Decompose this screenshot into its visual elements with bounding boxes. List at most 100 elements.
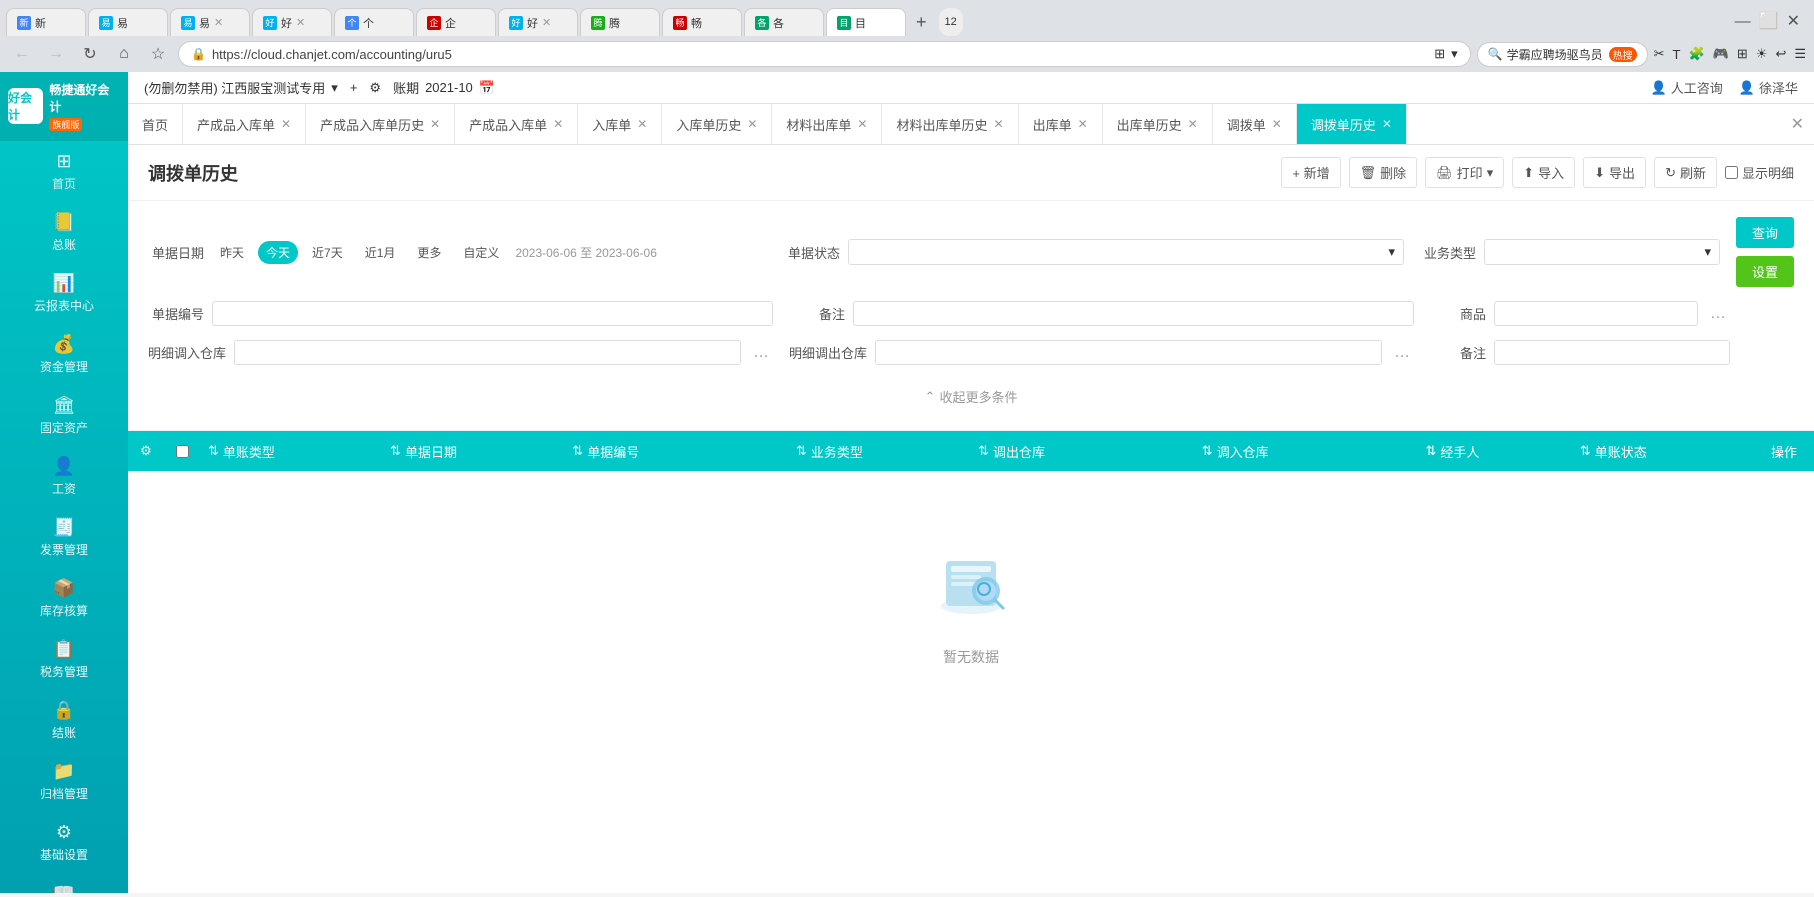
page-tab-6[interactable]: 材料出库单 ✕ bbox=[772, 104, 882, 144]
biz-filter-select[interactable]: ▾ bbox=[1484, 239, 1720, 265]
date-btn-custom[interactable]: 自定义 bbox=[455, 241, 507, 264]
delete-button[interactable]: 🗑 删除 bbox=[1349, 157, 1418, 188]
extensions-icon[interactable]: 🧩 bbox=[1689, 46, 1705, 62]
page-tab-8[interactable]: 出库单 ✕ bbox=[1019, 104, 1103, 144]
tab-count[interactable]: 12 bbox=[939, 8, 963, 36]
tab-bar-close-button[interactable]: ✕ bbox=[1781, 114, 1814, 134]
col-header-no[interactable]: ⇅ 单据编号 bbox=[564, 432, 788, 471]
service-button[interactable]: 👤 人工咨询 bbox=[1651, 78, 1723, 97]
browser-tab-6[interactable]: 企 企 bbox=[416, 8, 496, 36]
col-header-in[interactable]: ⇅ 调入仓库 bbox=[1194, 432, 1418, 471]
browser-tab-9[interactable]: 畅 畅 bbox=[662, 8, 742, 36]
add-company-icon[interactable]: + bbox=[350, 80, 358, 95]
col-header-date[interactable]: ⇅ 单据日期 bbox=[382, 432, 564, 471]
page-tab-7-close[interactable]: ✕ bbox=[994, 117, 1004, 131]
menu-icon[interactable]: ☰ bbox=[1794, 46, 1806, 62]
col-header-status[interactable]: ⇅ 单账状态 bbox=[1572, 432, 1754, 471]
sidebar-item-assets[interactable]: 🏛 固定资产 bbox=[0, 385, 128, 446]
browser-tab-11[interactable]: 目 目 bbox=[826, 8, 906, 36]
date-btn-yesterday[interactable]: 昨天 bbox=[212, 241, 252, 264]
page-tab-1[interactable]: 产成品入库单 ✕ bbox=[183, 104, 306, 144]
tab-close-7[interactable]: ✕ bbox=[542, 16, 551, 29]
browser-tab-10[interactable]: 各 各 bbox=[744, 8, 824, 36]
goods-picker-icon[interactable]: … bbox=[1706, 305, 1730, 323]
sidebar-item-archive[interactable]: 📁 归档管理 bbox=[0, 751, 128, 812]
sidebar-item-closing[interactable]: 🔒 结账 bbox=[0, 690, 128, 751]
sidebar-item-payroll[interactable]: 👤 工资 bbox=[0, 446, 128, 507]
browser-tab-1[interactable]: 新 新 bbox=[6, 8, 86, 36]
page-tab-5[interactable]: 入库单历史 ✕ bbox=[662, 104, 772, 144]
maximize-icon[interactable]: ⬜ bbox=[1759, 8, 1779, 36]
show-all-input[interactable] bbox=[1725, 166, 1738, 179]
close-icon[interactable]: ✕ bbox=[1787, 8, 1800, 36]
sidebar-item-home[interactable]: ⊞ 首页 bbox=[0, 141, 128, 202]
sidebar-item-tax[interactable]: 📋 税务管理 bbox=[0, 629, 128, 690]
sidebar-item-invoice[interactable]: 🧾 发票管理 bbox=[0, 507, 128, 568]
history-icon[interactable]: ↩ bbox=[1775, 46, 1786, 62]
period-selector[interactable]: 账期 2021-10 📅 bbox=[393, 78, 495, 97]
sidebar-item-settings[interactable]: ⚙ 基础设置 bbox=[0, 812, 128, 873]
page-tab-4[interactable]: 入库单 ✕ bbox=[578, 104, 662, 144]
new-button[interactable]: + 新增 bbox=[1281, 157, 1340, 188]
browser-tab-8[interactable]: 腾 腾 bbox=[580, 8, 660, 36]
col-header-type[interactable]: ⇅ 单账类型 bbox=[200, 432, 382, 471]
page-tab-5-close[interactable]: ✕ bbox=[747, 117, 757, 131]
page-tab-10-close[interactable]: ✕ bbox=[1272, 117, 1282, 131]
page-tab-1-close[interactable]: ✕ bbox=[281, 117, 291, 131]
tab-close-3[interactable]: ✕ bbox=[214, 16, 223, 29]
translate-icon[interactable]: T bbox=[1673, 47, 1681, 62]
col-header-handler[interactable]: ⇅ 经手人 bbox=[1417, 432, 1571, 471]
back-button[interactable]: ← bbox=[8, 40, 36, 68]
site-settings-icon[interactable]: ⊞ bbox=[1434, 46, 1445, 62]
page-tab-9-close[interactable]: ✕ bbox=[1188, 117, 1198, 131]
sidebar-item-reports[interactable]: 📊 云报表中心 bbox=[0, 263, 128, 324]
company-selector[interactable]: (勿删勿禁用) 江西服宝测试专用 ▾ bbox=[144, 78, 338, 97]
minimize-icon[interactable]: — bbox=[1735, 8, 1751, 36]
forward-button[interactable]: → bbox=[42, 40, 70, 68]
page-tab-2[interactable]: 产成品入库单历史 ✕ bbox=[306, 104, 455, 144]
sidebar-item-guide[interactable]: 📖 新手引导 bbox=[0, 873, 128, 893]
page-tab-10[interactable]: 调拨单 ✕ bbox=[1213, 104, 1297, 144]
home-button[interactable]: ⌂ bbox=[110, 40, 138, 68]
browser-tab-5[interactable]: 个 个 bbox=[334, 8, 414, 36]
print-button[interactable]: 🖨 打印 ▾ bbox=[1425, 157, 1504, 188]
page-tab-3-close[interactable]: ✕ bbox=[553, 117, 563, 131]
detail-out-input[interactable] bbox=[875, 340, 1382, 365]
bookmark-button[interactable]: ☆ bbox=[144, 40, 172, 68]
doc-no-input[interactable] bbox=[212, 301, 773, 326]
table-gear-header[interactable]: ⚙ bbox=[128, 433, 164, 469]
select-all-checkbox[interactable] bbox=[176, 445, 189, 458]
export-button[interactable]: ⬇ 导出 bbox=[1583, 157, 1646, 188]
browser-tab-3[interactable]: 易 易 ✕ bbox=[170, 8, 250, 36]
table-checkbox-header[interactable] bbox=[164, 435, 200, 468]
browser-tab-2[interactable]: 易 易 bbox=[88, 8, 168, 36]
sidebar-item-ledger[interactable]: 📒 总账 bbox=[0, 202, 128, 263]
date-btn-7days[interactable]: 近7天 bbox=[304, 241, 351, 264]
browser-tab-4[interactable]: 好 好 ✕ bbox=[252, 8, 332, 36]
new-tab-button[interactable]: + bbox=[908, 8, 935, 36]
detail-in-picker-icon[interactable]: … bbox=[749, 344, 773, 362]
note-input[interactable] bbox=[853, 301, 1414, 326]
goods-input[interactable] bbox=[1494, 301, 1698, 326]
page-tab-8-close[interactable]: ✕ bbox=[1078, 117, 1088, 131]
detail-in-input[interactable] bbox=[234, 340, 741, 365]
refresh-button[interactable]: ↻ 刷新 bbox=[1654, 157, 1717, 188]
sidebar-item-funds[interactable]: 💰 资金管理 bbox=[0, 324, 128, 385]
show-all-checkbox[interactable]: 显示明细 bbox=[1725, 163, 1794, 182]
tab-close-4[interactable]: ✕ bbox=[296, 16, 305, 29]
page-tab-7[interactable]: 材料出库单历史 ✕ bbox=[882, 104, 1018, 144]
brightness-icon[interactable]: ☀ bbox=[1756, 46, 1768, 62]
page-tab-11[interactable]: 调拨单历史 ✕ bbox=[1297, 104, 1407, 144]
col-header-out[interactable]: ⇅ 调出仓库 bbox=[970, 432, 1194, 471]
page-tab-11-close[interactable]: ✕ bbox=[1382, 117, 1392, 131]
query-button[interactable]: 查询 bbox=[1736, 217, 1794, 248]
filter-settings-button[interactable]: 设置 bbox=[1736, 256, 1794, 287]
page-tab-6-close[interactable]: ✕ bbox=[857, 117, 867, 131]
page-tab-3[interactable]: 产成品入库单 ✕ bbox=[455, 104, 578, 144]
browser-tab-7[interactable]: 好 好 ✕ bbox=[498, 8, 578, 36]
date-btn-today[interactable]: 今天 bbox=[258, 241, 298, 264]
page-tab-4-close[interactable]: ✕ bbox=[637, 117, 647, 131]
browser-search-bar[interactable]: 🔍 学霸应聘场驱鸟员 热搜 bbox=[1477, 42, 1648, 67]
import-button[interactable]: ⬆ 导入 bbox=[1512, 157, 1575, 188]
status-filter-select[interactable]: ▾ bbox=[848, 239, 1404, 265]
